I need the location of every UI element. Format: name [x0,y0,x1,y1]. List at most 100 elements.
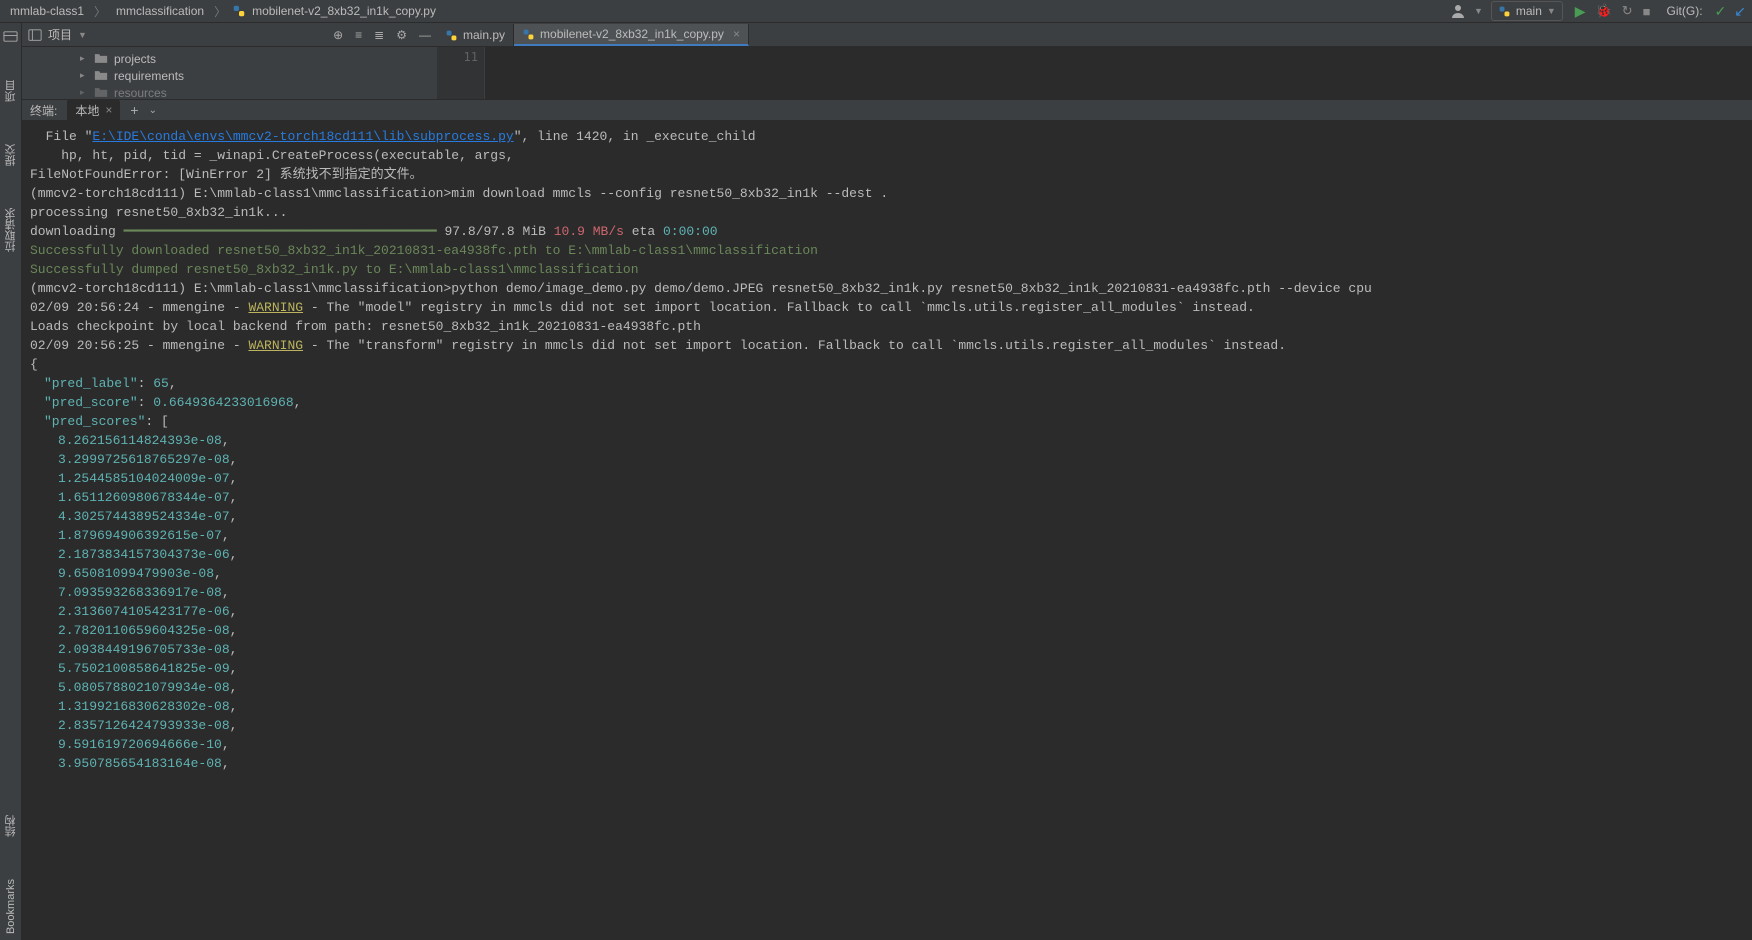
terminal-panel-label: 终端: [30,102,57,119]
editor-tab-main[interactable]: main.py [437,24,514,46]
line-number-gutter: 11 [437,47,485,99]
debug-button[interactable]: 🐞 [1596,3,1612,19]
terminal-line: 1.879694906392615e-07, [30,526,1744,545]
breadcrumb-separator-1: 〉 [94,3,106,20]
terminal-line: 2.3136074105423177e-06, [30,602,1744,621]
run-configuration-selector[interactable]: main ▼ [1491,1,1563,21]
chevron-right-icon: ▸ [80,87,88,98]
left-tool-gutter: 项目 提交 拉取请求 结构 Bookmarks [0,23,22,940]
run-config-name: main [1516,4,1542,18]
tab-label: main.py [463,28,505,42]
terminal-line: FileNotFoundError: [WinError 2] 系统找不到指定的… [30,165,1744,184]
terminal-line: 3.950785654183164e-08, [30,754,1744,773]
python-file-icon [232,4,246,18]
folder-icon [94,69,108,82]
file-link[interactable]: E:\IDE\conda\envs\mmcv2-torch18cd111\lib… [92,129,513,144]
terminal-line: 3.2999725618765297e-08, [30,450,1744,469]
close-terminal-tab-icon[interactable]: × [105,103,112,117]
terminal-dropdown-icon[interactable]: ⌄ [149,105,157,116]
git-label[interactable]: Git(G): [1663,4,1707,18]
line-number: 11 [437,50,478,64]
terminal-line: 7.093593268336917e-08, [30,583,1744,602]
python-file-icon [445,29,458,42]
terminal-line: 1.6511260980678344e-07, [30,488,1744,507]
git-commit-icon[interactable]: ↙ [1734,3,1746,20]
terminal-line: Successfully downloaded resnet50_8xb32_i… [30,241,1744,260]
terminal-line: 02/09 20:56:25 - mmengine - WARNING - Th… [30,336,1744,355]
terminal-line: { [30,355,1744,374]
stop-button[interactable]: ■ [1643,4,1651,19]
project-panel-header: 项目 ▼ ⊕ ≡ ≣ ⚙ — [22,23,437,47]
tree-item-label: resources [114,86,167,100]
terminal-output[interactable]: File "E:\IDE\conda\envs\mmcv2-torch18cd1… [22,121,1752,940]
editor-text-area[interactable] [485,47,1752,99]
user-dropdown-icon[interactable]: ▼ [1474,6,1483,16]
user-icon[interactable] [1450,3,1466,19]
gutter-project-label[interactable]: 项目 [1,74,21,108]
terminal-line: downloading ━━━━━━━━━━━━━━━━━━━━━━━━━━━━… [30,222,1744,241]
run-button[interactable]: ▶ [1575,3,1586,20]
folder-icon [94,52,108,65]
breadcrumb-mid[interactable]: mmclassification [112,2,208,20]
terminal-line: "pred_label": 65, [30,374,1744,393]
collapse-all-icon[interactable]: ≣ [374,28,384,42]
tree-item-label: projects [114,52,156,66]
breadcrumb-file[interactable]: mobilenet-v2_8xb32_in1k_copy.py [252,4,436,18]
tree-item-label: requirements [114,69,184,83]
run-coverage-button[interactable]: ↻ [1622,3,1633,19]
project-view-dropdown-icon[interactable]: ▼ [78,30,87,40]
terminal-line: 1.3199216830628302e-08, [30,697,1744,716]
title-bar: mmlab-class1 〉 mmclassification 〉 mobile… [0,0,1752,23]
editor-panel: main.py mobilenet-v2_8xb32_in1k_copy.py … [437,23,1752,99]
terminal-line: 8.262156114824393e-08, [30,431,1744,450]
gutter-commit-label[interactable]: 提交 [1,138,21,172]
git-update-icon[interactable]: ✓ [1715,3,1727,20]
terminal-tab-local[interactable]: 本地 × [67,100,120,121]
terminal-line: 9.591619720694666e-10, [30,735,1744,754]
terminal-line: 5.0805788021079934e-08, [30,678,1744,697]
terminal-line: Successfully dumped resnet50_8xb32_in1k.… [30,260,1744,279]
gutter-structure-label[interactable]: 结构 [1,809,21,843]
project-tool-icon[interactable] [3,29,18,44]
gutter-bookmarks-label[interactable]: Bookmarks [3,873,19,940]
gutter-pull-label[interactable]: 拉取请求 [1,202,21,258]
project-panel: 项目 ▼ ⊕ ≡ ≣ ⚙ — ▸ projects [22,23,437,99]
project-tree[interactable]: ▸ projects ▸ requirements ▸ resources [22,47,437,99]
project-view-icon[interactable] [28,28,42,42]
tree-item-resources[interactable]: ▸ resources [22,84,437,99]
terminal-line: 4.3025744389524334e-07, [30,507,1744,526]
terminal-line: "pred_score": 0.6649364233016968, [30,393,1744,412]
folder-icon [94,86,108,99]
settings-gear-icon[interactable]: ⚙ [396,28,407,42]
hide-panel-icon[interactable]: — [419,28,431,42]
add-terminal-icon[interactable]: + [130,102,138,118]
terminal-line: 2.8357126424793933e-08, [30,716,1744,735]
terminal-line: 2.7820110659604325e-08, [30,621,1744,640]
terminal-tab-name: 本地 [75,102,99,119]
editor-tab-mobilenet[interactable]: mobilenet-v2_8xb32_in1k_copy.py × [514,24,749,46]
python-file-icon [522,28,535,41]
project-panel-title: 项目 [48,26,72,43]
tree-item-requirements[interactable]: ▸ requirements [22,67,437,84]
terminal-line: 2.1873834157304373e-06, [30,545,1744,564]
terminal-line: (mmcv2-torch18cd111) E:\mmlab-class1\mmc… [30,184,1744,203]
terminal-line: hp, ht, pid, tid = _winapi.CreateProcess… [30,146,1744,165]
close-tab-icon[interactable]: × [729,27,740,41]
terminal-line: (mmcv2-torch18cd111) E:\mmlab-class1\mmc… [30,279,1744,298]
terminal-line: 5.750210085864182​5e-09, [30,659,1744,678]
terminal-tab-bar: 终端: 本地 × + ⌄ [22,99,1752,121]
tab-label: mobilenet-v2_8xb32_in1k_copy.py [540,27,724,41]
chevron-right-icon: ▸ [80,70,88,81]
terminal-line: Loads checkpoint by local backend from p… [30,317,1744,336]
expand-all-icon[interactable]: ≡ [355,28,362,42]
terminal-line: 2.0938449196705733e-08, [30,640,1744,659]
terminal-line: 02/09 20:56:24 - mmengine - WARNING - Th… [30,298,1744,317]
run-config-dropdown-icon: ▼ [1547,6,1556,16]
tree-item-projects[interactable]: ▸ projects [22,50,437,67]
terminal-line: "pred_scores": [ [30,412,1744,431]
terminal-line: 9.65081099479903e-08, [30,564,1744,583]
breadcrumb-root[interactable]: mmlab-class1 [6,2,88,20]
terminal-line: processing resnet50_8xb32_in1k... [30,203,1744,222]
chevron-right-icon: ▸ [80,53,88,64]
select-opened-file-icon[interactable]: ⊕ [333,28,343,42]
